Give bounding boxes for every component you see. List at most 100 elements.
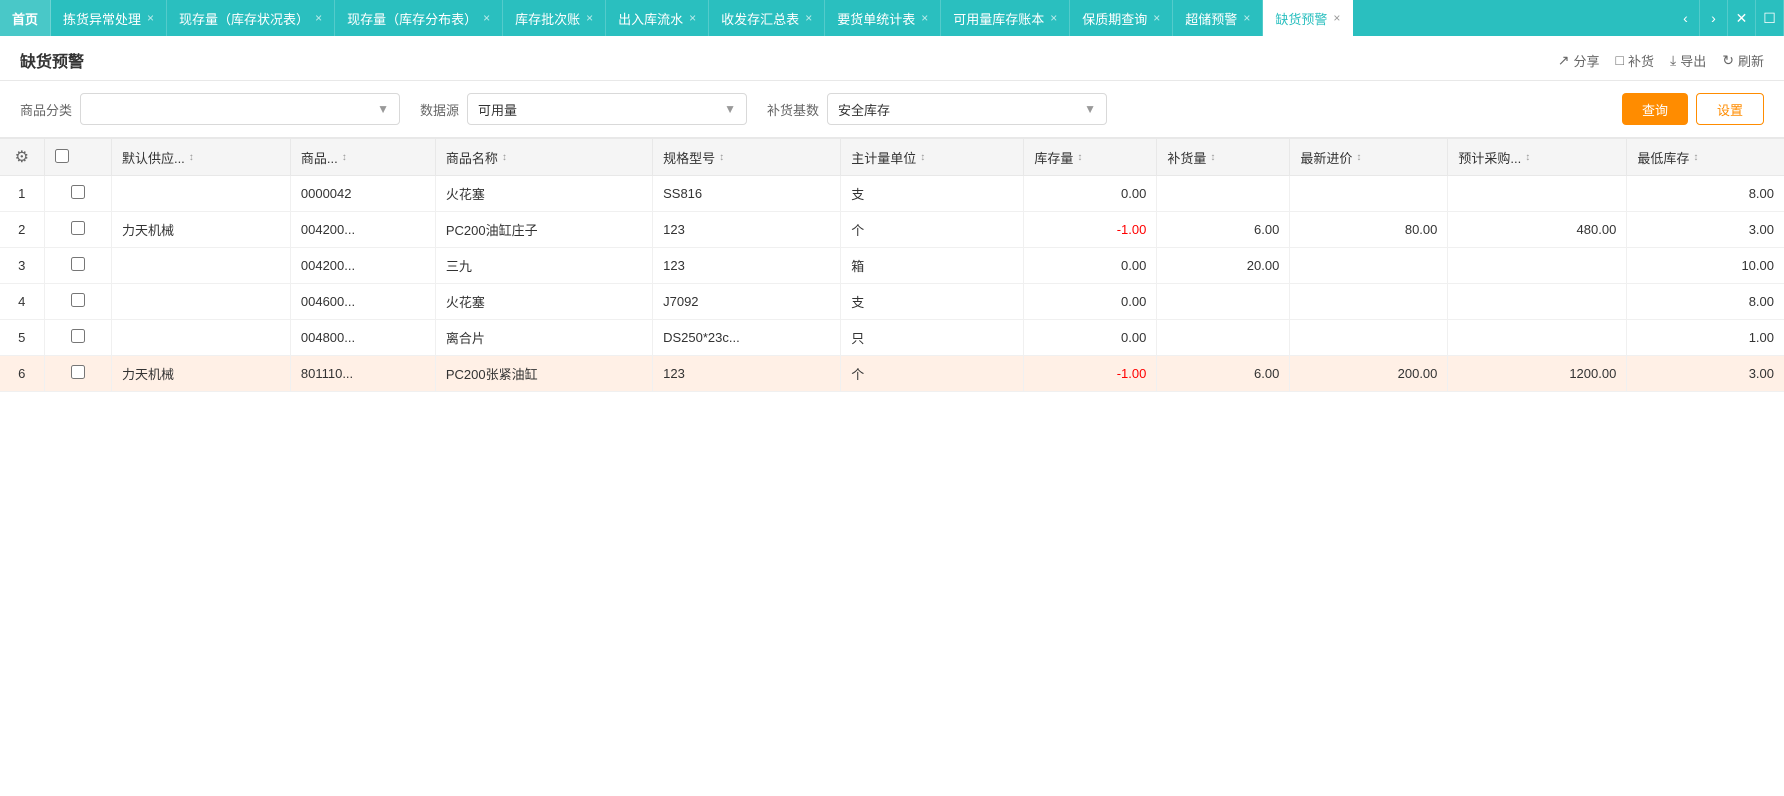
- table-row: 5 004800... 离合片 DS250*23c... 只 0.00 1.00: [0, 320, 1784, 356]
- th-item-name: 商品名称 ↕: [435, 139, 652, 176]
- tab-home[interactable]: 首页: [0, 0, 51, 36]
- sort-unit-icon[interactable]: ↕: [920, 152, 925, 163]
- row-replenish-qty-5: [1157, 320, 1290, 356]
- row-checkbox-5: [44, 320, 111, 356]
- tab-close-window-button[interactable]: ✕: [1728, 0, 1756, 36]
- th-latest-price: 最新进价 ↕: [1290, 139, 1448, 176]
- tab-inventory-dist[interactable]: 现存量（库存分布表） ×: [335, 0, 503, 36]
- row-unit-2: 个: [841, 212, 1024, 248]
- row-unit-4: 支: [841, 284, 1024, 320]
- replenish-base-select[interactable]: 安全库存 ▼: [827, 93, 1107, 125]
- tab-close-expiry-query[interactable]: ×: [1153, 11, 1160, 25]
- table-row: 6 力天机械 801110... PC200张紧油缸 123 个 -1.00 6…: [0, 356, 1784, 392]
- category-dropdown-icon: ▼: [377, 102, 389, 116]
- tab-close-inventory-status[interactable]: ×: [315, 11, 322, 25]
- tab-close-shortage[interactable]: ×: [1333, 11, 1340, 25]
- refresh-icon: ↻: [1722, 52, 1734, 69]
- tab-next-button[interactable]: ›: [1700, 0, 1728, 36]
- tab-prev-button[interactable]: ‹: [1672, 0, 1700, 36]
- sort-est-purchase-icon[interactable]: ↕: [1525, 152, 1530, 163]
- table-container: ⚙ 默认供应... ↕ 商品... ↕: [0, 138, 1784, 392]
- row-min-stock-1: 8.00: [1627, 176, 1784, 212]
- tab-expiry-query[interactable]: 保质期查询 ×: [1070, 0, 1173, 36]
- tab-bar: 首页 拣货异常处理 × 现存量（库存状况表） × 现存量（库存分布表） × 库存…: [0, 0, 1784, 36]
- row-select-3[interactable]: [71, 257, 85, 271]
- row-unit-5: 只: [841, 320, 1024, 356]
- row-est-purchase-4: [1448, 284, 1627, 320]
- query-button[interactable]: 查询: [1622, 93, 1688, 125]
- row-select-6[interactable]: [71, 365, 85, 379]
- row-item-code-5: 004800...: [290, 320, 435, 356]
- row-item-name-1: 火花塞: [435, 176, 652, 212]
- row-stock-2: -1.00: [1024, 212, 1157, 248]
- settings-button[interactable]: 设置: [1696, 93, 1764, 125]
- page-title: 缺货预警: [20, 48, 84, 72]
- replenish-button[interactable]: □ 补货: [1616, 51, 1654, 70]
- th-replenish-qty: 补货量 ↕: [1157, 139, 1290, 176]
- tab-receive-summary[interactable]: 收发存汇总表 ×: [709, 0, 825, 36]
- row-min-stock-6: 3.00: [1627, 356, 1784, 392]
- row-select-4[interactable]: [71, 293, 85, 307]
- row-item-code-2: 004200...: [290, 212, 435, 248]
- tab-close-overstock[interactable]: ×: [1243, 11, 1250, 25]
- row-item-name-3: 三九: [435, 248, 652, 284]
- row-unit-3: 箱: [841, 248, 1024, 284]
- row-select-5[interactable]: [71, 329, 85, 343]
- row-latest-price-1: [1290, 176, 1448, 212]
- sort-min-stock-icon[interactable]: ↕: [1693, 152, 1698, 163]
- refresh-button[interactable]: ↻ 刷新: [1722, 51, 1764, 70]
- datasource-select[interactable]: 可用量 ▼: [467, 93, 747, 125]
- tab-close-exception[interactable]: ×: [147, 11, 154, 25]
- row-est-purchase-6: 1200.00: [1448, 356, 1627, 392]
- row-latest-price-4: [1290, 284, 1448, 320]
- sort-latest-price-icon[interactable]: ↕: [1356, 152, 1361, 163]
- tab-close-receive-summary[interactable]: ×: [805, 11, 812, 25]
- row-unit-1: 支: [841, 176, 1024, 212]
- tab-close-available-ledger[interactable]: ×: [1050, 11, 1057, 25]
- tab-shortage[interactable]: 缺货预警 ×: [1263, 0, 1353, 36]
- row-idx-6: 6: [0, 356, 44, 392]
- tab-inout-flow[interactable]: 出入库流水 ×: [606, 0, 709, 36]
- tab-close-demand-stats[interactable]: ×: [921, 11, 928, 25]
- tab-close-batch-account[interactable]: ×: [586, 11, 593, 25]
- datasource-label: 数据源: [420, 100, 459, 119]
- tab-inventory-status[interactable]: 现存量（库存状况表） ×: [167, 0, 335, 36]
- sort-replenish-qty-icon[interactable]: ↕: [1210, 152, 1215, 163]
- tab-batch-account[interactable]: 库存批次账 ×: [503, 0, 606, 36]
- category-select[interactable]: ▼: [80, 93, 400, 125]
- row-checkbox-4: [44, 284, 111, 320]
- select-all-checkbox[interactable]: [55, 149, 69, 163]
- datasource-filter-group: 数据源 可用量 ▼: [420, 93, 747, 125]
- row-latest-price-3: [1290, 248, 1448, 284]
- row-min-stock-4: 8.00: [1627, 284, 1784, 320]
- tab-demand-stats[interactable]: 要货单统计表 ×: [825, 0, 941, 36]
- tab-close-inout-flow[interactable]: ×: [689, 11, 696, 25]
- row-spec-2: 123: [653, 212, 841, 248]
- table-body: 1 0000042 火花塞 SS816 支 0.00 8.00 2 力天机械 0…: [0, 176, 1784, 392]
- export-button[interactable]: ⤓ 导出: [1670, 51, 1706, 70]
- row-latest-price-2: 80.00: [1290, 212, 1448, 248]
- page-header: 缺货预警 ↗ 分享 □ 补货 ⤓ 导出 ↻ 刷新: [0, 36, 1784, 81]
- share-button[interactable]: ↗ 分享: [1558, 51, 1600, 70]
- th-min-stock: 最低库存 ↕: [1627, 139, 1784, 176]
- row-select-1[interactable]: [71, 185, 85, 199]
- sort-spec-icon[interactable]: ↕: [719, 152, 724, 163]
- tab-available-ledger[interactable]: 可用量库存账本 ×: [941, 0, 1070, 36]
- th-spec: 规格型号 ↕: [653, 139, 841, 176]
- tab-fullscreen-button[interactable]: ☐: [1756, 0, 1784, 36]
- row-select-2[interactable]: [71, 221, 85, 235]
- row-min-stock-5: 1.00: [1627, 320, 1784, 356]
- gear-settings-icon[interactable]: ⚙: [15, 149, 29, 166]
- th-unit: 主计量单位 ↕: [841, 139, 1024, 176]
- sort-item-name-icon[interactable]: ↕: [502, 152, 507, 163]
- tab-close-inventory-dist[interactable]: ×: [483, 11, 490, 25]
- sort-stock-icon[interactable]: ↕: [1077, 152, 1082, 163]
- tab-exception[interactable]: 拣货异常处理 ×: [51, 0, 167, 36]
- row-spec-1: SS816: [653, 176, 841, 212]
- sort-supplier-icon[interactable]: ↕: [189, 152, 194, 163]
- share-icon: ↗: [1558, 52, 1570, 69]
- row-item-name-4: 火花塞: [435, 284, 652, 320]
- row-idx-2: 2: [0, 212, 44, 248]
- tab-overstock[interactable]: 超储预警 ×: [1173, 0, 1263, 36]
- sort-item-code-icon[interactable]: ↕: [342, 152, 347, 163]
